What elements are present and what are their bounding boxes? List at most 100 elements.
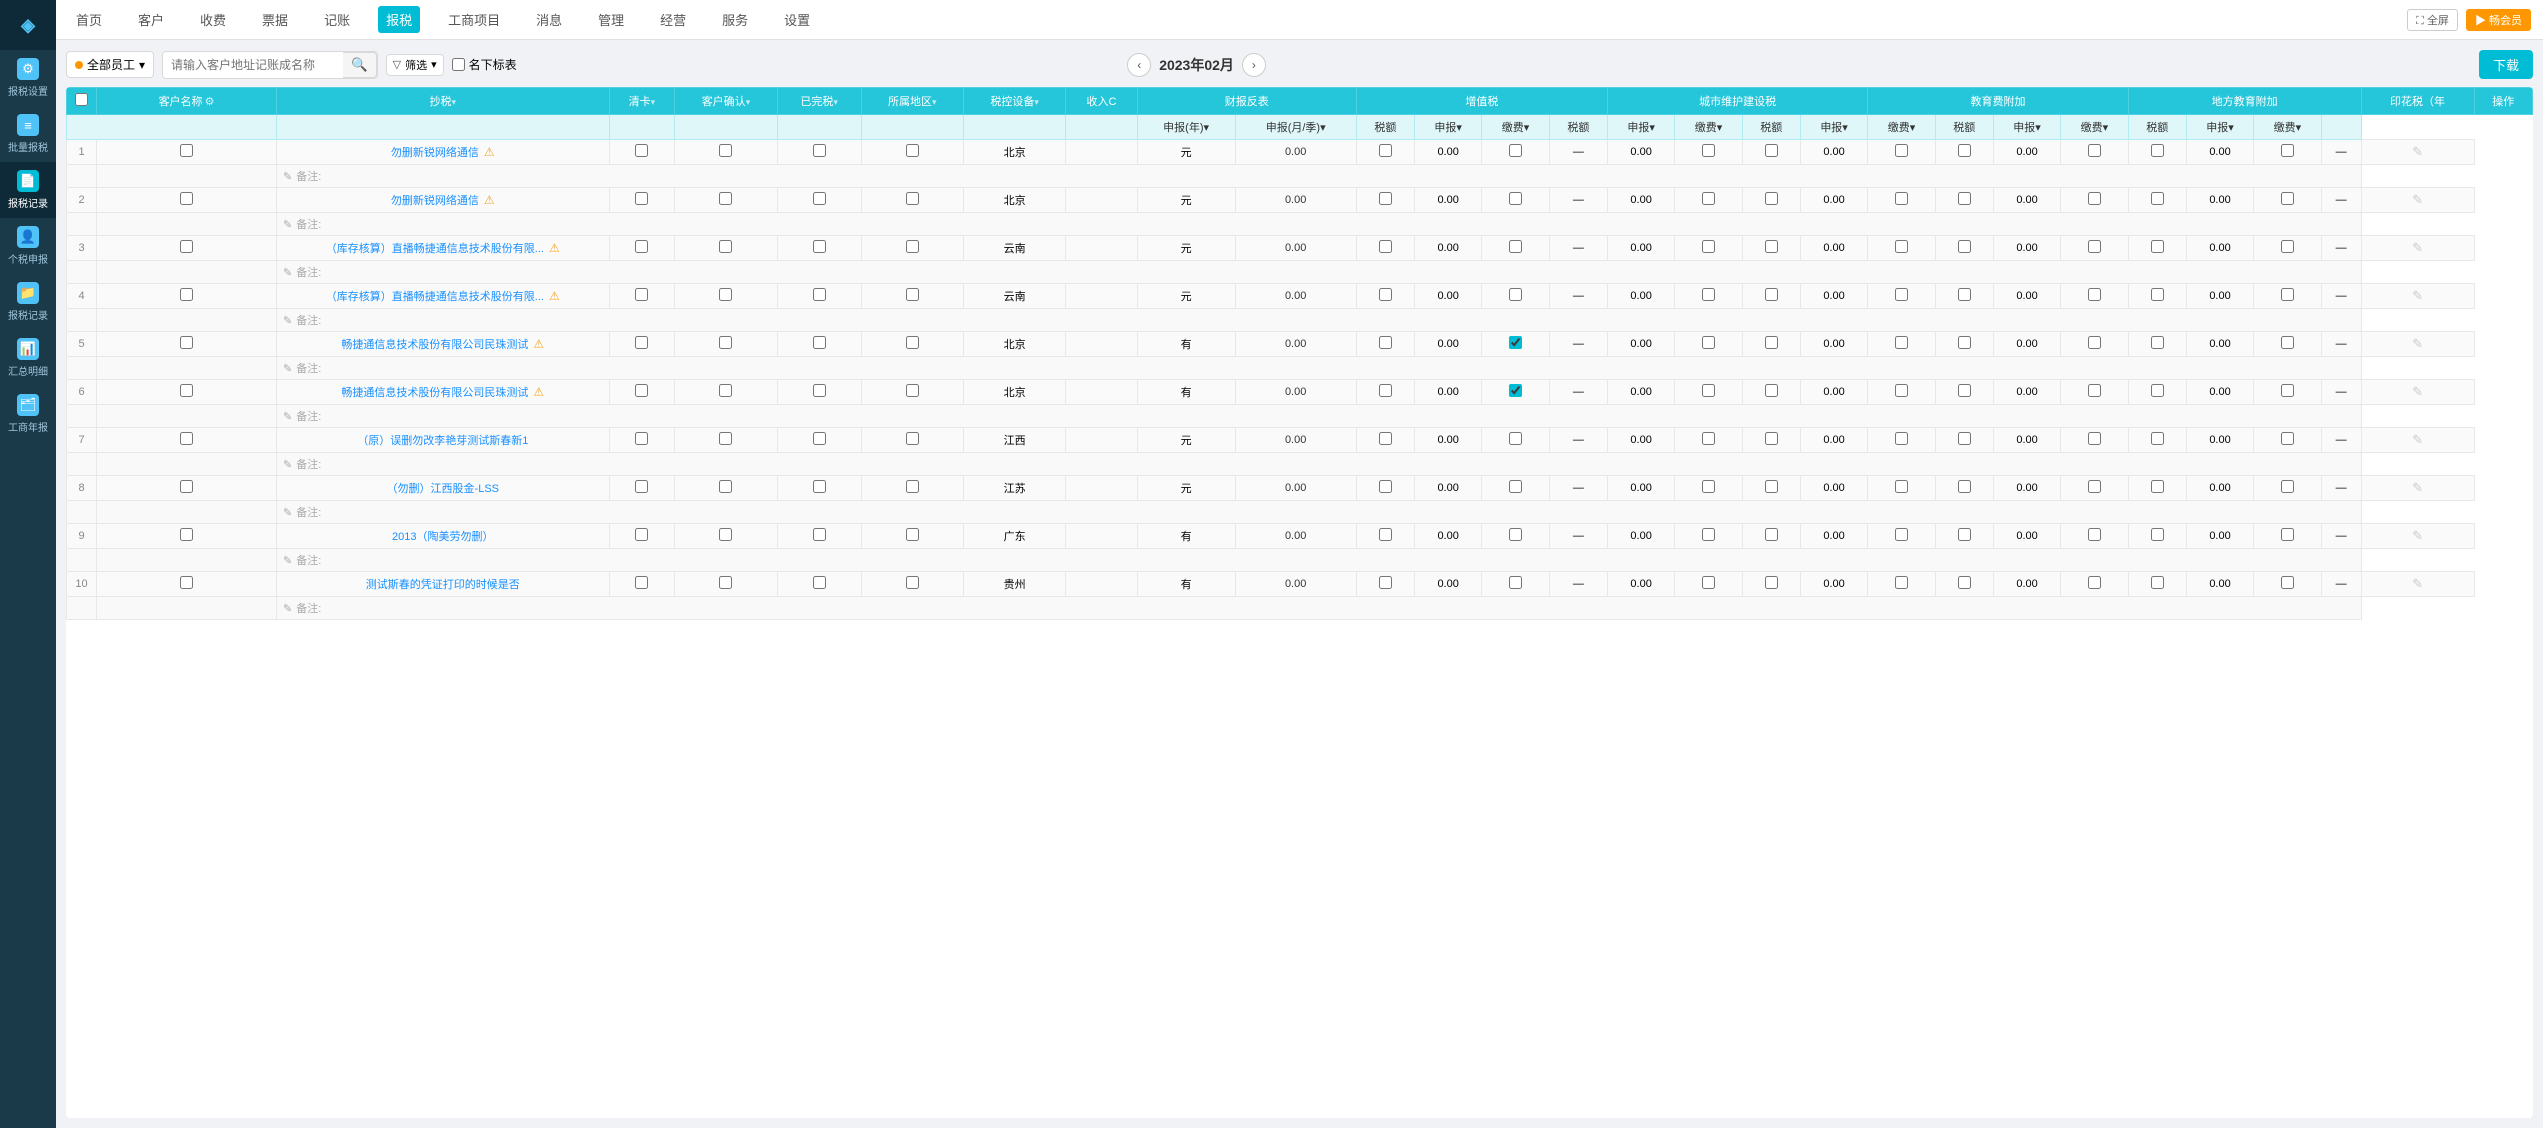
th-caibao-monthly[interactable]: 申报(月/季)▾: [1235, 115, 1356, 140]
dffjj-apply-checkbox[interactable]: [2088, 336, 2101, 349]
chaoshui-checkbox[interactable]: [635, 432, 648, 445]
qingka-checkbox[interactable]: [719, 480, 732, 493]
zzs-apply-checkbox[interactable]: [1509, 576, 1522, 589]
jyfj-apply-checkbox[interactable]: [1895, 384, 1908, 397]
dffjj-pay-checkbox[interactable]: [2151, 576, 2164, 589]
th-jyfj-apply[interactable]: 申报▾: [1800, 115, 1867, 140]
qingka-checkbox[interactable]: [719, 336, 732, 349]
prev-month-btn[interactable]: ‹: [1127, 53, 1151, 77]
company-link[interactable]: 测试斯春的凭证打印的时候是否: [366, 579, 520, 591]
caibao-annual-checkbox[interactable]: [1379, 480, 1392, 493]
qingka-checkbox[interactable]: [719, 432, 732, 445]
qingka-checkbox[interactable]: [719, 288, 732, 301]
search-input[interactable]: [163, 52, 343, 78]
edit-icon[interactable]: ✎: [2412, 240, 2423, 255]
nav-baoshui[interactable]: 报税: [378, 6, 420, 33]
jyfj-apply-checkbox[interactable]: [1895, 240, 1908, 253]
dffjj-apply-checkbox[interactable]: [2088, 384, 2101, 397]
dffjj-apply-checkbox[interactable]: [2088, 528, 2101, 541]
dffjj-pay-checkbox[interactable]: [2151, 144, 2164, 157]
zzs-apply-checkbox[interactable]: [1509, 528, 1522, 541]
th-zzs-apply[interactable]: 申报▾: [1414, 115, 1481, 140]
row-checkbox-3[interactable]: [180, 288, 193, 301]
jyfj-pay-checkbox[interactable]: [1958, 192, 1971, 205]
jyfj-apply-checkbox[interactable]: [1895, 480, 1908, 493]
zzs-apply-checkbox[interactable]: [1509, 144, 1522, 157]
edit-note-icon[interactable]: ✎: [283, 362, 292, 375]
yiwancheng-checkbox[interactable]: [906, 528, 919, 541]
dffjj-pay-checkbox[interactable]: [2151, 384, 2164, 397]
dffjj-apply-checkbox[interactable]: [2088, 480, 2101, 493]
nav-jingying[interactable]: 经营: [652, 6, 694, 33]
edit-icon[interactable]: ✎: [2412, 336, 2423, 351]
dffjj-pay-checkbox[interactable]: [2151, 528, 2164, 541]
row-checkbox-8[interactable]: [180, 528, 193, 541]
row-checkbox-7[interactable]: [180, 480, 193, 493]
company-link[interactable]: 2013（陶美劳勿删）: [392, 531, 493, 543]
caibao-annual-checkbox[interactable]: [1379, 336, 1392, 349]
filter-btn[interactable]: ▽ 筛选 ▾: [386, 54, 444, 76]
sidebar-item-huizongmingxi[interactable]: 📊 汇总明细: [0, 330, 56, 386]
cwh-apply-checkbox[interactable]: [1702, 480, 1715, 493]
th-dffjj-pay[interactable]: 缴费▾: [2061, 115, 2128, 140]
cwh-apply-checkbox[interactable]: [1702, 192, 1715, 205]
zzs-apply-checkbox[interactable]: [1509, 432, 1522, 445]
dffjj-pay-checkbox[interactable]: [2151, 336, 2164, 349]
caibao-annual-checkbox[interactable]: [1379, 192, 1392, 205]
edit-note-icon[interactable]: ✎: [283, 314, 292, 327]
kehuqueren-checkbox[interactable]: [813, 576, 826, 589]
edit-note-icon[interactable]: ✎: [283, 170, 292, 183]
column-settings-icon[interactable]: ⚙: [205, 95, 215, 108]
th-yhs-apply[interactable]: 申报▾: [2186, 115, 2253, 140]
dffjj-pay-checkbox[interactable]: [2151, 288, 2164, 301]
yiwancheng-checkbox[interactable]: [906, 288, 919, 301]
nav-shouye[interactable]: 首页: [68, 6, 110, 33]
cwh-pay-checkbox[interactable]: [1765, 384, 1778, 397]
yhs-apply-checkbox[interactable]: [2281, 192, 2294, 205]
edit-icon[interactable]: ✎: [2412, 480, 2423, 495]
nav-xiaoxiao[interactable]: 消息: [528, 6, 570, 33]
cwh-apply-checkbox[interactable]: [1702, 528, 1715, 541]
qingka-checkbox[interactable]: [719, 192, 732, 205]
edit-icon[interactable]: ✎: [2412, 528, 2423, 543]
dffjj-pay-checkbox[interactable]: [2151, 240, 2164, 253]
zzs-apply-checkbox[interactable]: [1509, 384, 1522, 397]
kehuqueren-checkbox[interactable]: [813, 432, 826, 445]
jyfj-apply-checkbox[interactable]: [1895, 528, 1908, 541]
th-cwh-pay[interactable]: 缴费▾: [1675, 115, 1742, 140]
sidebar-item-gongshangnianba[interactable]: 🗂 工商年报: [0, 386, 56, 442]
caibao-annual-checkbox[interactable]: [1379, 384, 1392, 397]
dffjj-pay-checkbox[interactable]: [2151, 480, 2164, 493]
edit-icon[interactable]: ✎: [2412, 384, 2423, 399]
name-checkbox-label[interactable]: 名下标表: [452, 56, 517, 73]
chaoshui-checkbox[interactable]: [635, 528, 648, 541]
company-link[interactable]: 勿删新锐网络通信: [391, 147, 479, 159]
zzs-apply-checkbox[interactable]: [1509, 192, 1522, 205]
edit-note-icon[interactable]: ✎: [283, 410, 292, 423]
qingka-checkbox[interactable]: [719, 384, 732, 397]
dffjj-apply-checkbox[interactable]: [2088, 192, 2101, 205]
yhs-apply-checkbox[interactable]: [2281, 240, 2294, 253]
caibao-annual-checkbox[interactable]: [1379, 144, 1392, 157]
yiwancheng-checkbox[interactable]: [906, 480, 919, 493]
dffjj-apply-checkbox[interactable]: [2088, 288, 2101, 301]
cwh-pay-checkbox[interactable]: [1765, 480, 1778, 493]
dffjj-apply-checkbox[interactable]: [2088, 432, 2101, 445]
company-link[interactable]: （库存核算）直播畅捷通信息技术股份有限...: [326, 291, 544, 303]
kehuqueren-checkbox[interactable]: [813, 336, 826, 349]
jyfj-pay-checkbox[interactable]: [1958, 432, 1971, 445]
nav-kehu[interactable]: 客户: [130, 6, 172, 33]
kehuqueren-checkbox[interactable]: [813, 480, 826, 493]
sidebar-item-baoshuishezhi[interactable]: ⚙ 报税设置: [0, 50, 56, 106]
nav-jizhi[interactable]: 记账: [316, 6, 358, 33]
chaoshui-checkbox[interactable]: [635, 144, 648, 157]
jyfj-apply-checkbox[interactable]: [1895, 192, 1908, 205]
vip-btn[interactable]: ▶ 畅会员: [2466, 9, 2531, 31]
kehuqueren-checkbox[interactable]: [813, 240, 826, 253]
row-checkbox-0[interactable]: [180, 144, 193, 157]
cwh-apply-checkbox[interactable]: [1702, 288, 1715, 301]
edit-note-icon[interactable]: ✎: [283, 266, 292, 279]
nav-shoufei[interactable]: 收费: [192, 6, 234, 33]
yhs-apply-checkbox[interactable]: [2281, 144, 2294, 157]
nav-fuwu[interactable]: 服务: [714, 6, 756, 33]
